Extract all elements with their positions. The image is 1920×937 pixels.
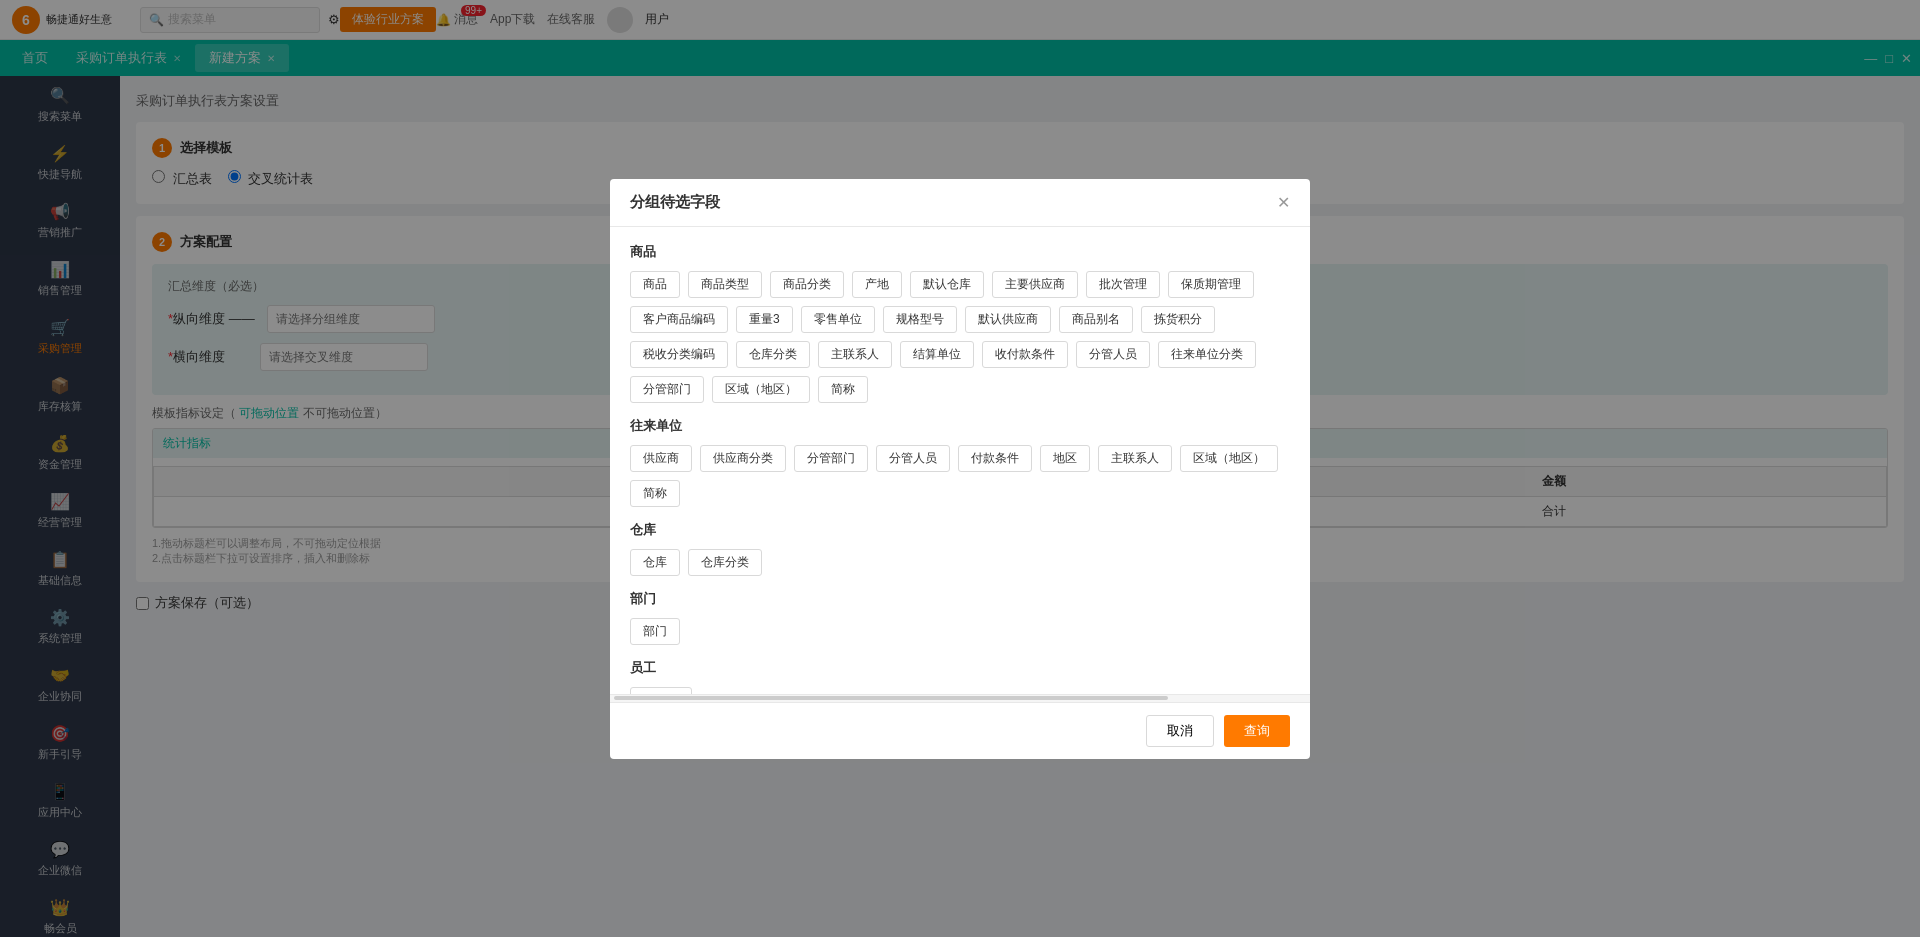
field-tag-supplier-category[interactable]: 供应商分类 — [700, 445, 786, 472]
field-tag-short-name-cp[interactable]: 简称 — [630, 480, 680, 507]
cancel-button[interactable]: 取消 — [1146, 715, 1214, 747]
section-title-goods: 商品 — [630, 243, 1290, 261]
field-tag-retail-unit[interactable]: 零售单位 — [801, 306, 875, 333]
field-tag-spec-model[interactable]: 规格型号 — [883, 306, 957, 333]
field-tag-main-supplier[interactable]: 主要供应商 — [992, 271, 1078, 298]
field-tag-counterpart-category[interactable]: 往来单位分类 — [1158, 341, 1256, 368]
field-tag-salesperson[interactable]: 业务员 — [630, 687, 692, 694]
field-tag-region-goods[interactable]: 区域（地区） — [712, 376, 810, 403]
field-tag-department[interactable]: 部门 — [630, 618, 680, 645]
field-tag-payment-condition[interactable]: 付款条件 — [958, 445, 1032, 472]
field-tag-pick-points[interactable]: 拣货积分 — [1141, 306, 1215, 333]
warehouse-fields: 仓库 仓库分类 — [630, 549, 1290, 576]
field-selection-modal: 分组待选字段 ✕ 商品 商品 商品类型 商品分类 产地 默认仓库 主要供应商 批… — [610, 179, 1310, 759]
modal-body[interactable]: 商品 商品 商品类型 商品分类 产地 默认仓库 主要供应商 批次管理 保质期管理… — [610, 227, 1310, 694]
hscroll-thumb — [614, 696, 1168, 700]
modal-close-button[interactable]: ✕ — [1277, 193, 1290, 212]
field-tag-goods-category[interactable]: 商品分类 — [770, 271, 844, 298]
field-tag-managed-dept[interactable]: 分管部门 — [794, 445, 868, 472]
modal-footer: 取消 查询 — [610, 702, 1310, 759]
modal-overlay: 分组待选字段 ✕ 商品 商品 商品类型 商品分类 产地 默认仓库 主要供应商 批… — [0, 0, 1920, 937]
field-tag-region[interactable]: 地区 — [1040, 445, 1090, 472]
field-tag-customer-code[interactable]: 客户商品编码 — [630, 306, 728, 333]
confirm-button[interactable]: 查询 — [1224, 715, 1290, 747]
field-tag-supplier[interactable]: 供应商 — [630, 445, 692, 472]
field-tag-default-warehouse[interactable]: 默认仓库 — [910, 271, 984, 298]
field-tag-warehouse-cat[interactable]: 仓库分类 — [688, 549, 762, 576]
field-tag-origin[interactable]: 产地 — [852, 271, 902, 298]
field-tag-weight3[interactable]: 重量3 — [736, 306, 793, 333]
section-title-counterpart: 往来单位 — [630, 417, 1290, 435]
field-tag-warehouse-category[interactable]: 仓库分类 — [736, 341, 810, 368]
field-tag-default-supplier[interactable]: 默认供应商 — [965, 306, 1051, 333]
field-tag-warehouse[interactable]: 仓库 — [630, 549, 680, 576]
goods-fields: 商品 商品类型 商品分类 产地 默认仓库 主要供应商 批次管理 保质期管理 客户… — [630, 271, 1290, 403]
field-tag-batch-mgmt[interactable]: 批次管理 — [1086, 271, 1160, 298]
field-tag-managed-person[interactable]: 分管人员 — [876, 445, 950, 472]
field-tag-region-area[interactable]: 区域（地区） — [1180, 445, 1278, 472]
field-tag-goods-alias[interactable]: 商品别名 — [1059, 306, 1133, 333]
counterpart-fields: 供应商 供应商分类 分管部门 分管人员 付款条件 地区 主联系人 区域（地区） … — [630, 445, 1290, 507]
employee-fields: 业务员 — [630, 687, 1290, 694]
field-tag-main-contact-cp[interactable]: 主联系人 — [1098, 445, 1172, 472]
field-tag-settlement-unit[interactable]: 结算单位 — [900, 341, 974, 368]
field-tag-payment-terms[interactable]: 收付款条件 — [982, 341, 1068, 368]
department-fields: 部门 — [630, 618, 1290, 645]
modal-title: 分组待选字段 — [630, 193, 720, 212]
field-tag-short-name-goods[interactable]: 简称 — [818, 376, 868, 403]
modal-horizontal-scrollbar[interactable] — [610, 694, 1310, 702]
section-title-employee: 员工 — [630, 659, 1290, 677]
section-title-warehouse: 仓库 — [630, 521, 1290, 539]
field-tag-goods[interactable]: 商品 — [630, 271, 680, 298]
field-tag-goods-type[interactable]: 商品类型 — [688, 271, 762, 298]
modal-header: 分组待选字段 ✕ — [610, 179, 1310, 227]
field-tag-dept-managed[interactable]: 分管部门 — [630, 376, 704, 403]
field-tag-expiry-mgmt[interactable]: 保质期管理 — [1168, 271, 1254, 298]
field-tag-main-contact[interactable]: 主联系人 — [818, 341, 892, 368]
section-title-department: 部门 — [630, 590, 1290, 608]
field-tag-tax-code[interactable]: 税收分类编码 — [630, 341, 728, 368]
field-tag-supervisor[interactable]: 分管人员 — [1076, 341, 1150, 368]
